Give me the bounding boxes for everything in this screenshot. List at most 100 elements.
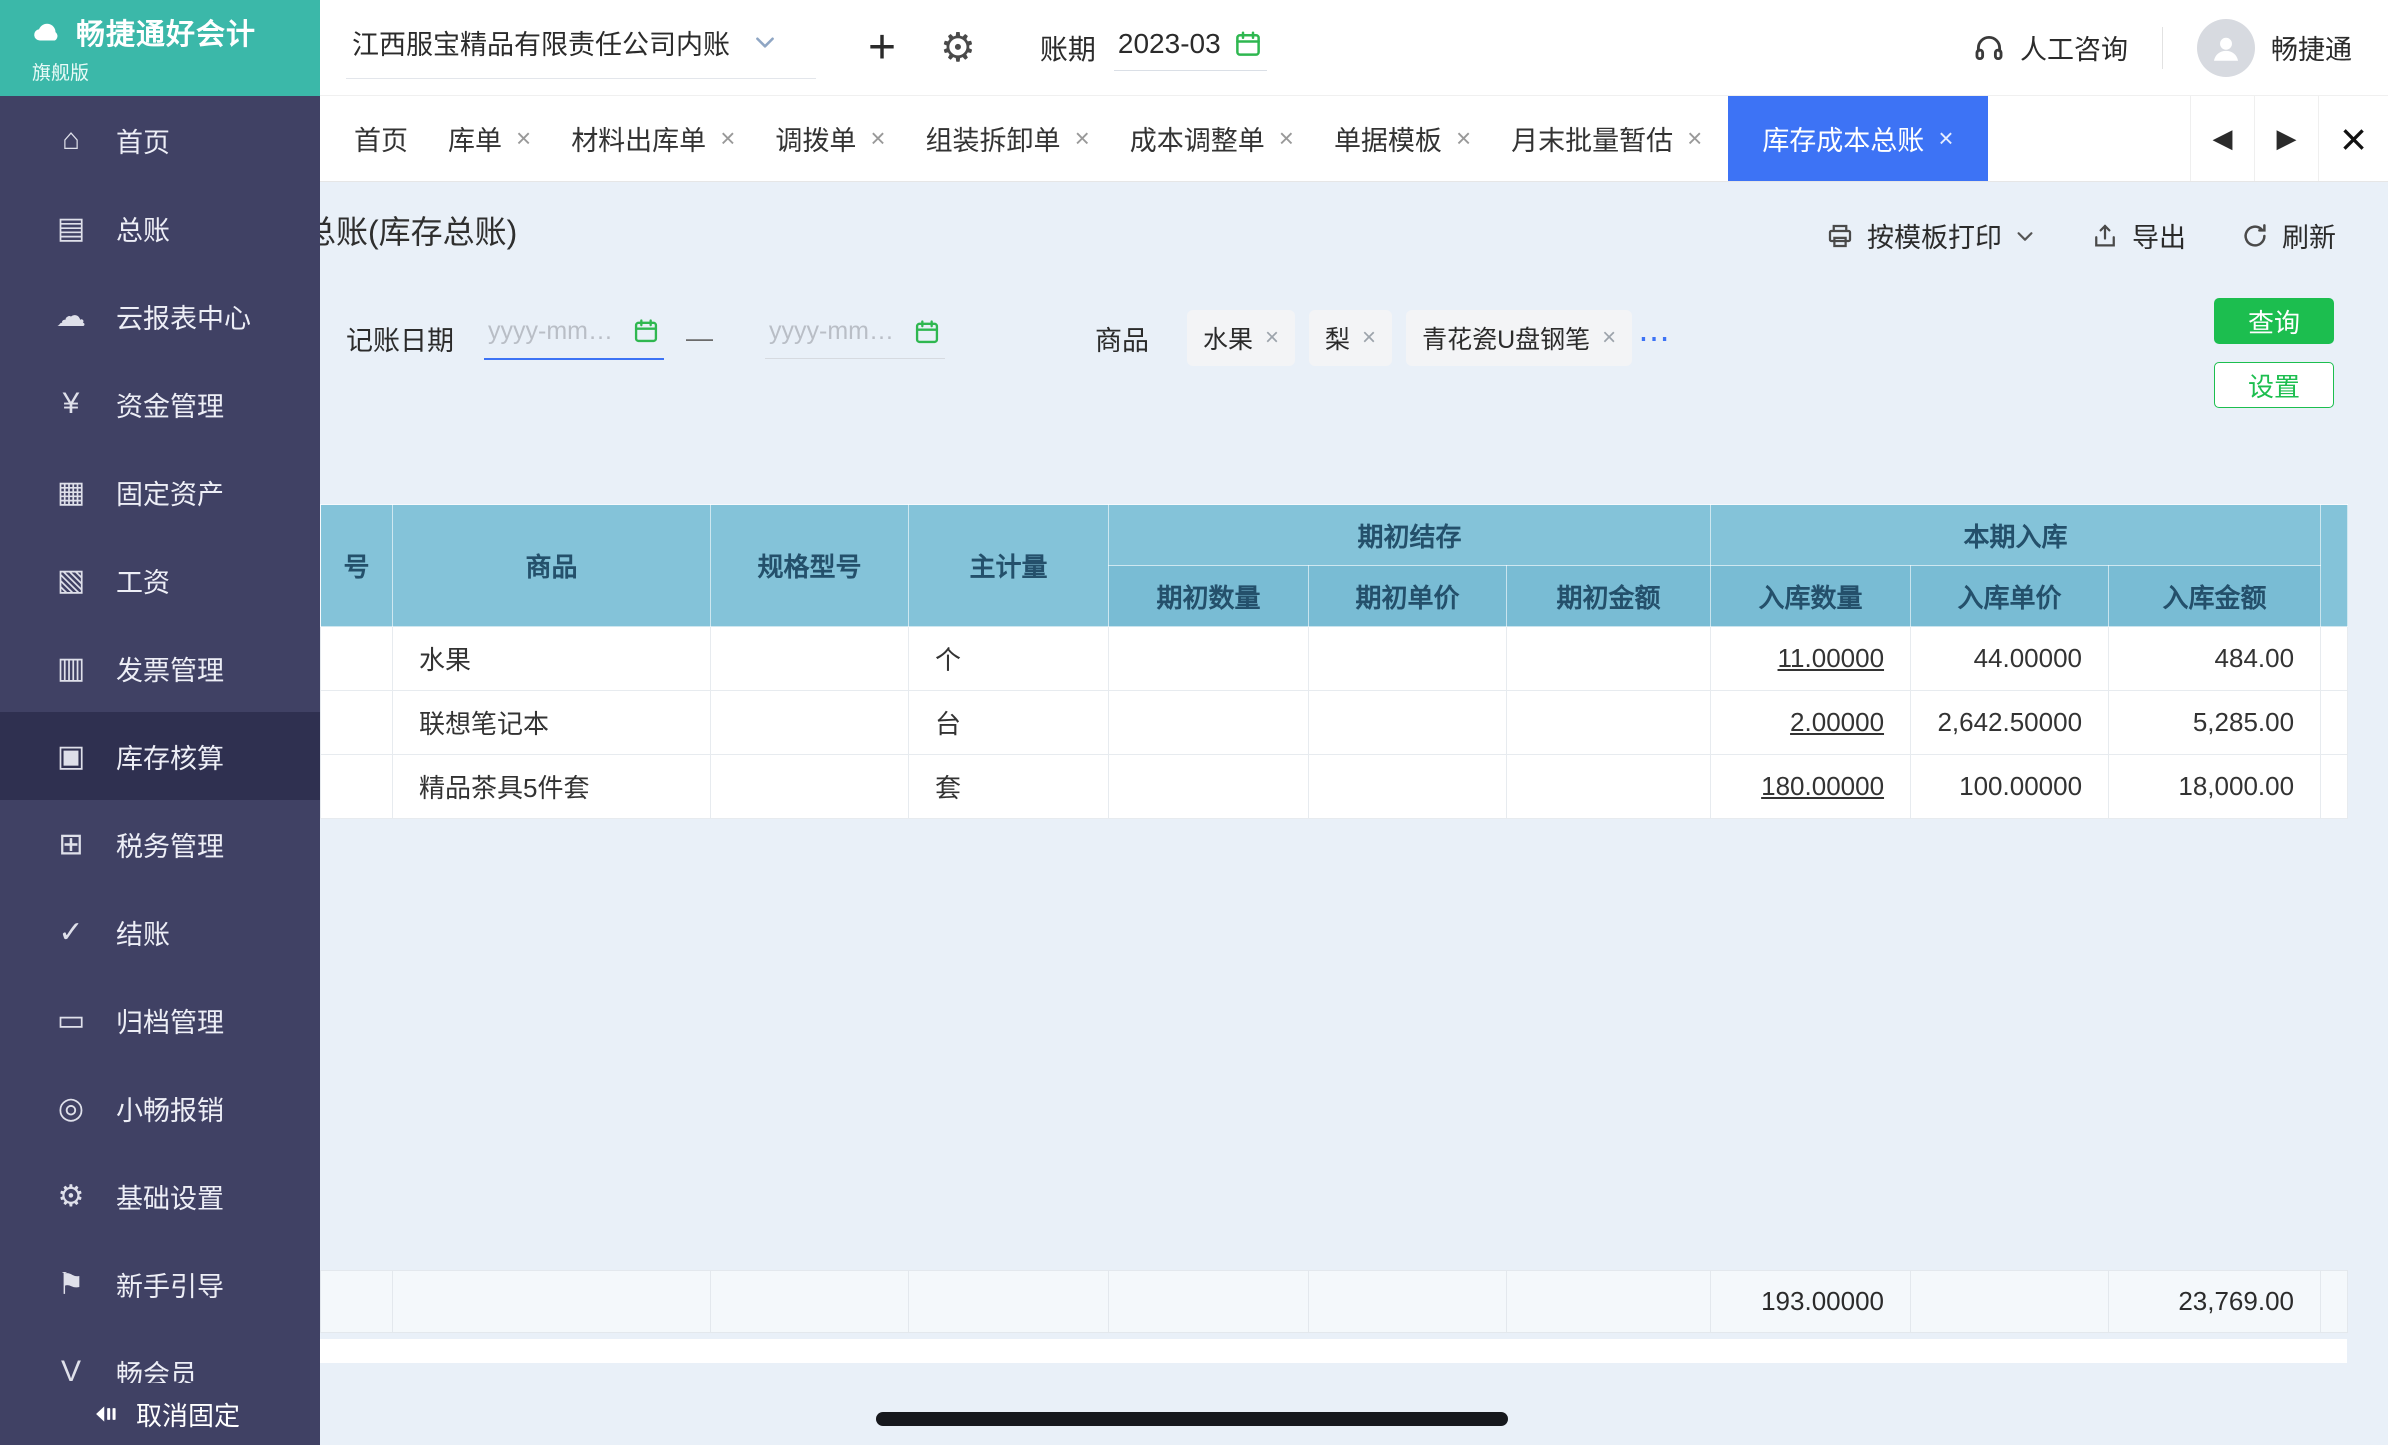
headset-icon [1975,35,2003,60]
date-from-input[interactable] [488,316,612,346]
tab[interactable]: 调拨单 × [761,96,899,181]
sidebar-item-home[interactable]: ⌂ 首页 [0,96,320,184]
in-qty-link[interactable]: 2.00000 [1790,707,1884,737]
tab-label: 首页 [354,126,408,156]
query-button[interactable]: 查询 [2214,298,2334,344]
tab-close-icon[interactable]: × [1687,123,1702,154]
unpin-icon [96,1406,116,1422]
tab-close-icon[interactable]: × [870,123,885,154]
cell-in-amount: 484.00 [2108,626,2322,691]
sidebar-item-label: 库存核算 [116,743,224,774]
product-tag-list: 水果 × 梨 × 青花瓷U盘钢笔 × [1187,310,1633,366]
unpin-label: 取消固定 [136,1400,241,1431]
export-button[interactable]: 导出 [2090,216,2186,255]
sidebar-item-label: 新手引导 [116,1271,224,1302]
add-button[interactable]: + [868,23,896,72]
settings-button[interactable]: 设置 [2214,362,2334,408]
tabs-scroll-left-button[interactable]: ◀ [2190,96,2254,181]
date-filter-label: 记账日期 [346,325,454,356]
tab-close-icon[interactable]: × [720,123,735,154]
sidebar-item-fixed-assets[interactable]: ▦ 固定资产 [0,448,320,536]
product-tag-label: 梨 [1325,326,1351,354]
in-qty-link[interactable]: 180.00000 [1761,771,1884,801]
tab-close-icon[interactable]: × [1279,123,1294,154]
tab[interactable]: 材料出库单 × [557,96,749,181]
sidebar-item-closing[interactable]: ✓ 结账 [0,888,320,976]
close-tabs-button[interactable]: × [2318,96,2388,181]
tabs-scroll-right-button[interactable]: ▶ [2254,96,2318,181]
sidebar-item-general-ledger[interactable]: ▤ 总账 [0,184,320,272]
sidebar-item-payroll[interactable]: ▧ 工资 [0,536,320,624]
sidebar-item-fund-management[interactable]: ¥ 资金管理 [0,360,320,448]
gear-icon[interactable]: ⚙ [940,28,976,68]
sidebar-item-archive-management[interactable]: ▭ 归档管理 [0,976,320,1064]
cell-opening-price [1308,690,1507,755]
user-icon [2213,37,2239,61]
cell-in-qty: 180.00000 [1710,754,1912,819]
summary-table: 193.00000 23,769.00 [320,1270,2348,1333]
unpin-sidebar-button[interactable]: 取消固定 [0,1383,320,1445]
sidebar-item-cloud-report[interactable]: ☁ 云报表中心 [0,272,320,360]
cell-in-qty: 11.00000 [1710,626,1912,691]
tab[interactable]: 月末批量暂估 × [1497,96,1716,181]
refresh-button[interactable]: 刷新 [2240,216,2336,255]
sidebar-item-label: 基础设置 [116,1183,224,1214]
sidebar-item-invoice-management[interactable]: ▥ 发票管理 [0,624,320,712]
tab[interactable]: 库存成本总账 × [1728,96,1988,181]
tab[interactable]: 成本调整单 × [1116,96,1308,181]
company-selector[interactable]: 江西服宝精品有限责任公司内账 [346,17,816,79]
tab-label: 库单 [448,126,502,156]
tab[interactable]: 单据模板 × [1320,96,1485,181]
calendar-icon[interactable] [632,317,660,345]
tab-label: 组装拆卸单 [925,126,1061,156]
cell-spec [710,754,909,819]
support-button[interactable]: 人工咨询 [1972,28,2128,67]
tag-remove-icon[interactable]: × [1362,324,1376,352]
cell-product: 水果 [392,626,711,691]
period-selector[interactable]: 2023-03 [1113,24,1267,71]
in-qty-link[interactable]: 11.00000 [1778,643,1885,673]
period-group: 账期 2023-03 [1040,24,1267,71]
more-tags-button[interactable]: ⋯ [1638,322,1672,354]
date-to-field[interactable] [765,317,945,359]
cell-in-amount: 5,285.00 [2108,690,2322,755]
sidebar-item-reimbursement[interactable]: ◎ 小畅报销 [0,1064,320,1152]
avatar[interactable] [2197,18,2255,77]
sidebar-item-label: 资金管理 [116,391,224,422]
app-logo: 畅捷通好会计 旗舰版 [0,0,320,96]
group-header-opening: 期初结存 [1107,504,1712,566]
tab-list: 首页 库单 × 材料出库单 × 调拨单 × 组装拆卸单 × 成本调整单 × 单据模板 × 月末批量暂估 × 库… [320,96,2190,181]
horizontal-scrollbar[interactable] [876,1412,1508,1426]
tab[interactable]: 首页 [340,96,422,181]
print-by-template-button[interactable]: 按模板打印 [1825,216,2036,255]
tab-close-icon[interactable]: × [1938,123,1953,154]
export-icon [2095,223,2115,246]
cell-opening-amount [1505,626,1712,691]
cell-spec [710,626,909,691]
sidebar-item-tax-management[interactable]: ⊞ 税务管理 [0,800,320,888]
table-row: 精品茶具5件套 套 180.00000 100.00000 18,000.00 [320,754,2349,819]
cell-in-amount: 18,000.00 [2108,754,2322,819]
fixed-assets-icon: ▦ [56,475,86,509]
cell-spec [710,690,909,755]
page-actions: 按模板打印 导出 刷新 [1825,216,2336,255]
filter-buttons: 查询 设置 [2214,298,2334,408]
tag-remove-icon[interactable]: × [1602,324,1616,352]
tag-remove-icon[interactable]: × [1265,324,1279,352]
tab-close-icon[interactable]: × [516,123,531,154]
sidebar-item-inventory-accounting[interactable]: ▣ 库存核算 [0,712,320,800]
tab[interactable]: 库单 × [434,96,545,181]
cloud-report-icon: ☁ [56,299,86,333]
tab-close-icon[interactable]: × [1456,123,1471,154]
calendar-icon[interactable] [913,318,941,346]
date-to-input[interactable] [769,317,893,346]
tab[interactable]: 组装拆卸单 × [912,96,1104,181]
tab-close-icon[interactable]: × [1075,123,1090,154]
sidebar-item-beginner-guide[interactable]: ⚑ 新手引导 [0,1240,320,1328]
cell-opening-qty [1108,626,1309,691]
cell-in-price: 2,642.50000 [1910,690,2110,755]
calendar-icon [1235,31,1260,56]
printer-icon [1828,224,1852,247]
date-from-field[interactable] [484,316,664,360]
sidebar-item-basic-settings[interactable]: ⚙ 基础设置 [0,1152,320,1240]
